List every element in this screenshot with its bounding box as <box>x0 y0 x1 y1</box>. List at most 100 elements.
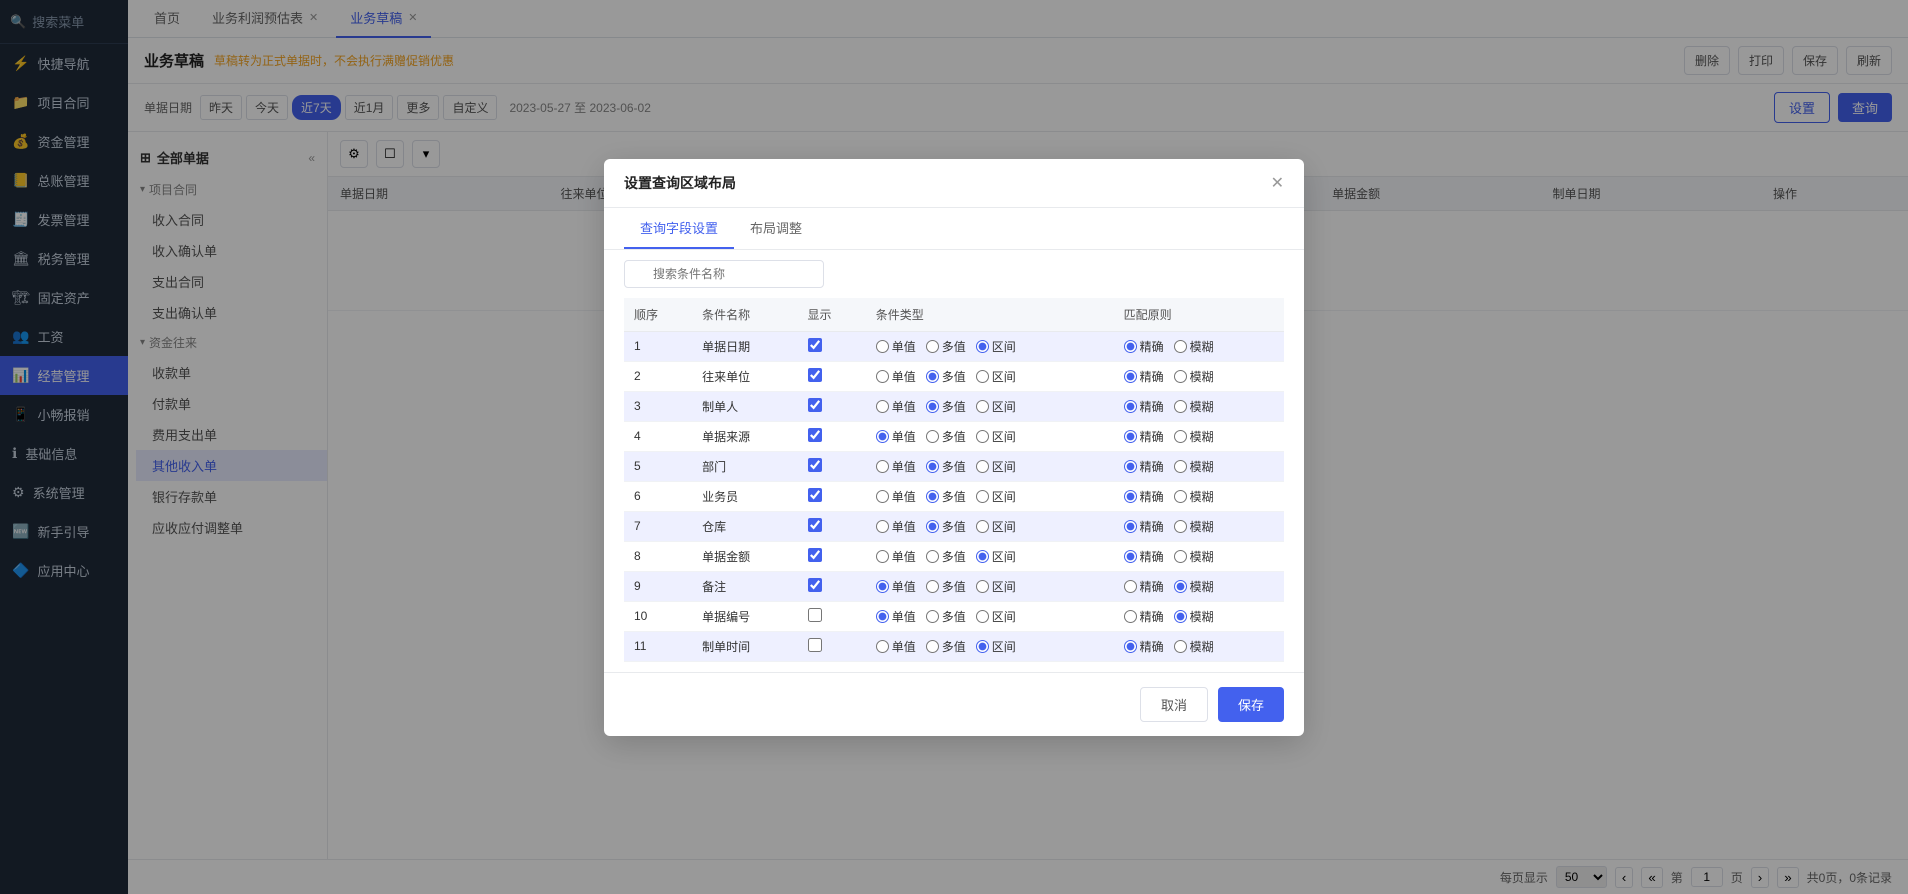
type-radio-多值-4[interactable] <box>926 430 939 443</box>
config-match-4[interactable]: 精确模糊 <box>1114 421 1284 451</box>
config-type-7[interactable]: 单值多值区间 <box>866 511 1114 541</box>
type-radio-label-区间-2[interactable]: 区间 <box>976 368 1016 385</box>
match-radio-模糊-11[interactable] <box>1174 640 1187 653</box>
config-show-9[interactable] <box>798 571 866 601</box>
show-checkbox-11[interactable] <box>808 638 822 652</box>
config-type-10[interactable]: 单值多值区间 <box>866 601 1114 631</box>
config-match-2[interactable]: 精确模糊 <box>1114 361 1284 391</box>
show-checkbox-10[interactable] <box>808 608 822 622</box>
match-radio-label-精确-10[interactable]: 精确 <box>1124 608 1164 625</box>
type-radio-label-多值-10[interactable]: 多值 <box>926 608 966 625</box>
match-radio-精确-1[interactable] <box>1124 340 1137 353</box>
show-checkbox-9[interactable] <box>808 578 822 592</box>
match-radio-label-模糊-4[interactable]: 模糊 <box>1174 428 1214 445</box>
match-radio-模糊-7[interactable] <box>1174 520 1187 533</box>
type-radio-label-区间-7[interactable]: 区间 <box>976 518 1016 535</box>
config-show-3[interactable] <box>798 391 866 421</box>
match-radio-模糊-10[interactable] <box>1174 610 1187 623</box>
type-radio-单值-6[interactable] <box>876 490 889 503</box>
match-radio-模糊-9[interactable] <box>1174 580 1187 593</box>
config-type-5[interactable]: 单值多值区间 <box>866 451 1114 481</box>
config-type-1[interactable]: 单值多值区间 <box>866 331 1114 361</box>
match-radio-label-精确-5[interactable]: 精确 <box>1124 458 1164 475</box>
type-radio-多值-6[interactable] <box>926 490 939 503</box>
tab-layout-adjust[interactable]: 布局调整 <box>734 208 818 249</box>
config-show-7[interactable] <box>798 511 866 541</box>
type-radio-label-单值-9[interactable]: 单值 <box>876 578 916 595</box>
type-radio-label-单值-5[interactable]: 单值 <box>876 458 916 475</box>
show-checkbox-1[interactable] <box>808 338 822 352</box>
type-radio-label-多值-1[interactable]: 多值 <box>926 338 966 355</box>
type-radio-多值-9[interactable] <box>926 580 939 593</box>
match-radio-精确-4[interactable] <box>1124 430 1137 443</box>
type-radio-区间-8[interactable] <box>976 550 989 563</box>
type-radio-label-单值-2[interactable]: 单值 <box>876 368 916 385</box>
type-radio-多值-10[interactable] <box>926 610 939 623</box>
type-radio-单值-5[interactable] <box>876 460 889 473</box>
type-radio-label-多值-11[interactable]: 多值 <box>926 638 966 655</box>
config-match-1[interactable]: 精确模糊 <box>1114 331 1284 361</box>
type-radio-label-多值-8[interactable]: 多值 <box>926 548 966 565</box>
type-radio-单值-11[interactable] <box>876 640 889 653</box>
show-checkbox-6[interactable] <box>808 488 822 502</box>
type-radio-单值-7[interactable] <box>876 520 889 533</box>
match-radio-label-模糊-11[interactable]: 模糊 <box>1174 638 1214 655</box>
type-radio-label-区间-10[interactable]: 区间 <box>976 608 1016 625</box>
type-radio-多值-1[interactable] <box>926 340 939 353</box>
show-checkbox-7[interactable] <box>808 518 822 532</box>
config-show-6[interactable] <box>798 481 866 511</box>
match-radio-精确-5[interactable] <box>1124 460 1137 473</box>
type-radio-label-多值-9[interactable]: 多值 <box>926 578 966 595</box>
match-radio-label-模糊-10[interactable]: 模糊 <box>1174 608 1214 625</box>
type-radio-label-单值-3[interactable]: 单值 <box>876 398 916 415</box>
match-radio-label-模糊-9[interactable]: 模糊 <box>1174 578 1214 595</box>
config-show-11[interactable] <box>798 631 866 661</box>
type-radio-单值-1[interactable] <box>876 340 889 353</box>
match-radio-label-精确-6[interactable]: 精确 <box>1124 488 1164 505</box>
config-show-10[interactable] <box>798 601 866 631</box>
type-radio-label-多值-7[interactable]: 多值 <box>926 518 966 535</box>
type-radio-单值-4[interactable] <box>876 430 889 443</box>
type-radio-label-单值-11[interactable]: 单值 <box>876 638 916 655</box>
config-show-4[interactable] <box>798 421 866 451</box>
config-type-3[interactable]: 单值多值区间 <box>866 391 1114 421</box>
type-radio-label-区间-9[interactable]: 区间 <box>976 578 1016 595</box>
type-radio-label-多值-6[interactable]: 多值 <box>926 488 966 505</box>
show-checkbox-2[interactable] <box>808 368 822 382</box>
match-radio-模糊-6[interactable] <box>1174 490 1187 503</box>
cancel-button[interactable]: 取消 <box>1140 687 1208 722</box>
type-radio-区间-1[interactable] <box>976 340 989 353</box>
match-radio-label-模糊-1[interactable]: 模糊 <box>1174 338 1214 355</box>
match-radio-精确-6[interactable] <box>1124 490 1137 503</box>
config-match-9[interactable]: 精确模糊 <box>1114 571 1284 601</box>
match-radio-模糊-1[interactable] <box>1174 340 1187 353</box>
save-dialog-button[interactable]: 保存 <box>1218 687 1284 722</box>
type-radio-多值-5[interactable] <box>926 460 939 473</box>
config-show-2[interactable] <box>798 361 866 391</box>
type-radio-区间-3[interactable] <box>976 400 989 413</box>
show-checkbox-4[interactable] <box>808 428 822 442</box>
show-checkbox-5[interactable] <box>808 458 822 472</box>
match-radio-label-精确-8[interactable]: 精确 <box>1124 548 1164 565</box>
type-radio-多值-3[interactable] <box>926 400 939 413</box>
match-radio-label-精确-11[interactable]: 精确 <box>1124 638 1164 655</box>
match-radio-label-模糊-5[interactable]: 模糊 <box>1174 458 1214 475</box>
config-match-8[interactable]: 精确模糊 <box>1114 541 1284 571</box>
type-radio-单值-2[interactable] <box>876 370 889 383</box>
type-radio-label-多值-3[interactable]: 多值 <box>926 398 966 415</box>
match-radio-精确-7[interactable] <box>1124 520 1137 533</box>
type-radio-区间-11[interactable] <box>976 640 989 653</box>
match-radio-精确-10[interactable] <box>1124 610 1137 623</box>
type-radio-label-区间-1[interactable]: 区间 <box>976 338 1016 355</box>
type-radio-单值-9[interactable] <box>876 580 889 593</box>
type-radio-label-单值-8[interactable]: 单值 <box>876 548 916 565</box>
type-radio-单值-3[interactable] <box>876 400 889 413</box>
type-radio-区间-2[interactable] <box>976 370 989 383</box>
type-radio-单值-10[interactable] <box>876 610 889 623</box>
match-radio-精确-2[interactable] <box>1124 370 1137 383</box>
type-radio-label-单值-6[interactable]: 单值 <box>876 488 916 505</box>
match-radio-label-模糊-3[interactable]: 模糊 <box>1174 398 1214 415</box>
type-radio-多值-7[interactable] <box>926 520 939 533</box>
type-radio-区间-10[interactable] <box>976 610 989 623</box>
type-radio-label-区间-8[interactable]: 区间 <box>976 548 1016 565</box>
